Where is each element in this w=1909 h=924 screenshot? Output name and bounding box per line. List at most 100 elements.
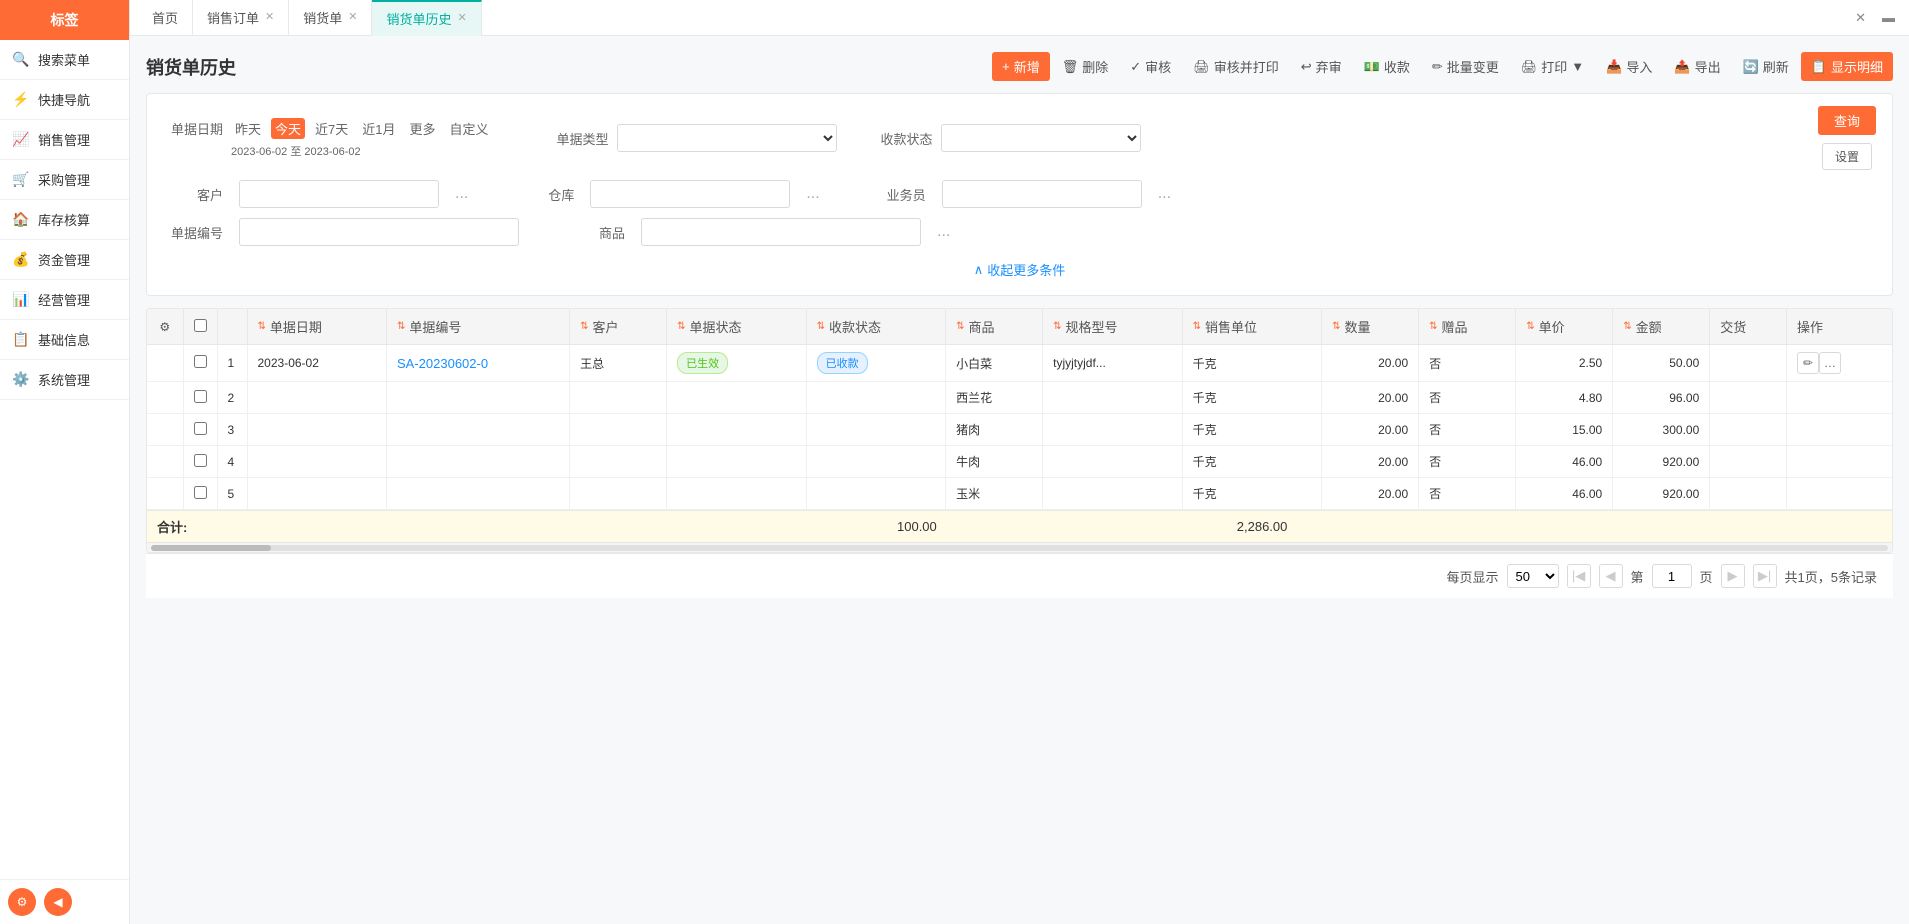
tab-sales-order[interactable]: 销售订单 ✕ — [193, 0, 289, 36]
refresh-button[interactable]: 🔄 刷新 — [1733, 52, 1799, 81]
per-page-select[interactable]: 50 100 200 — [1507, 564, 1559, 588]
filter-row-2: 客户 ... 仓库 ... 业务员 ... — [163, 180, 1876, 208]
sales-rep-input[interactable] — [942, 180, 1142, 208]
td-row-no: 2 — [217, 382, 247, 414]
customer-input[interactable] — [239, 180, 439, 208]
sidebar-item-search-menu[interactable]: 🔍 搜索菜单 — [0, 40, 129, 80]
product-input[interactable] — [641, 218, 921, 246]
row-checkbox-2[interactable] — [194, 422, 207, 435]
row-checkbox-0[interactable] — [194, 355, 207, 368]
import-button[interactable]: 📥 导入 — [1596, 52, 1662, 81]
th-payment-status[interactable]: ⇅收款状态 — [806, 309, 946, 345]
row-checkbox-3[interactable] — [194, 454, 207, 467]
payment-status-select[interactable] — [941, 124, 1141, 152]
batch-change-button[interactable]: ✏ 批量变更 — [1422, 52, 1509, 81]
th-doc-no[interactable]: ⇅单据编号 — [387, 309, 570, 345]
shortcut-7days[interactable]: 近7天 — [311, 118, 352, 139]
th-checkbox[interactable] — [183, 309, 217, 345]
td-checkbox[interactable] — [183, 478, 217, 510]
warehouse-input[interactable] — [590, 180, 790, 208]
warehouse-dots[interactable]: ... — [806, 185, 819, 203]
tab-sales-history[interactable]: 销货单历史 ✕ — [372, 0, 481, 36]
shortcut-more[interactable]: 更多 — [406, 118, 440, 139]
product-dots[interactable]: ... — [937, 223, 950, 241]
date-label: 单据日期 — [163, 119, 223, 138]
shortcut-yesterday[interactable]: 昨天 — [231, 118, 265, 139]
sidebar-item-operations[interactable]: 📊 经营管理 — [0, 280, 129, 320]
window-minimize-btn[interactable]: ▬ — [1876, 8, 1901, 27]
show-details-button[interactable]: 📋 显示明细 — [1801, 52, 1893, 81]
td-transaction — [1710, 414, 1787, 446]
pagination: 每页显示 50 100 200 |◀ ◀ 第 页 ▶ ▶| 共1页，5条记录 — [146, 553, 1893, 598]
tab-sales-delivery-close[interactable]: ✕ — [348, 12, 357, 23]
collapse-button[interactable]: ∧ 收起更多条件 — [163, 256, 1876, 283]
doc-no-link[interactable]: SA-20230602-0 — [397, 356, 488, 371]
sidebar-item-purchase-mgmt[interactable]: 🛒 采购管理 — [0, 160, 129, 200]
export-label: 导出 — [1695, 57, 1721, 76]
td-row-no: 1 — [217, 345, 247, 382]
collect-button[interactable]: 💵 收款 — [1354, 52, 1420, 81]
more-action-btn[interactable]: … — [1819, 352, 1841, 374]
next-page-btn[interactable]: ▶ — [1721, 564, 1745, 588]
th-gift[interactable]: ⇅赠品 — [1419, 309, 1516, 345]
td-doc-status: 已生效 — [667, 345, 807, 382]
th-spec[interactable]: ⇅规格型号 — [1043, 309, 1183, 345]
scrollbar-thumb[interactable] — [151, 545, 271, 551]
sidebar-collapse-btn[interactable]: ◀ — [44, 888, 72, 916]
abandon-button[interactable]: ↩ 弃审 — [1291, 52, 1352, 81]
sidebar-item-inventory[interactable]: 🏠 库存核算 — [0, 200, 129, 240]
edit-action-btn[interactable]: ✏ — [1797, 352, 1819, 374]
th-product[interactable]: ⇅商品 — [946, 309, 1043, 345]
page-title: 销货单历史 — [146, 54, 236, 80]
window-close-btn[interactable]: ✕ — [1849, 8, 1872, 28]
th-unit[interactable]: ⇅销售单位 — [1182, 309, 1322, 345]
first-page-btn[interactable]: |◀ — [1567, 564, 1591, 588]
td-checkbox[interactable] — [183, 446, 217, 478]
td-checkbox[interactable] — [183, 382, 217, 414]
print-button[interactable]: 🖨 打印 ▼ — [1511, 52, 1594, 81]
doc-status-badge: 已生效 — [677, 352, 728, 374]
last-page-btn[interactable]: ▶| — [1753, 564, 1777, 588]
horizontal-scrollbar[interactable] — [147, 542, 1892, 552]
sidebar-item-quick-nav[interactable]: ⚡ 快捷导航 — [0, 80, 129, 120]
delete-button[interactable]: 🗑 删除 — [1052, 52, 1119, 81]
sidebar-item-basic-info[interactable]: 📋 基础信息 — [0, 320, 129, 360]
prev-page-btn[interactable]: ◀ — [1599, 564, 1623, 588]
tab-sales-delivery[interactable]: 销货单 ✕ — [289, 0, 372, 36]
select-all-checkbox[interactable] — [194, 319, 207, 332]
sales-rep-dots[interactable]: ... — [1158, 185, 1171, 203]
review-button[interactable]: ✓ 审核 — [1120, 52, 1181, 81]
tab-sales-order-close[interactable]: ✕ — [265, 12, 274, 23]
sidebar-item-finance[interactable]: 💰 资金管理 — [0, 240, 129, 280]
th-unit-price[interactable]: ⇅单价 — [1516, 309, 1613, 345]
th-amount[interactable]: ⇅金额 — [1613, 309, 1710, 345]
filter-settings-button[interactable]: 设置 — [1822, 143, 1872, 170]
shortcut-today[interactable]: 今天 — [271, 118, 305, 139]
shortcut-1month[interactable]: 近1月 — [358, 118, 399, 139]
sidebar-item-system[interactable]: ⚙️ 系统管理 — [0, 360, 129, 400]
row-checkbox-1[interactable] — [194, 390, 207, 403]
th-quantity[interactable]: ⇅数量 — [1322, 309, 1419, 345]
new-button[interactable]: + 新增 — [992, 52, 1050, 81]
sort-quantity-icon: ⇅ — [1332, 321, 1340, 332]
tab-home[interactable]: 首页 — [138, 0, 193, 36]
sidebar-item-sales-mgmt[interactable]: 📈 销售管理 — [0, 120, 129, 160]
page-input[interactable] — [1652, 564, 1692, 588]
print-review-button[interactable]: 🖨 审核并打印 — [1183, 52, 1289, 81]
doc-no-input[interactable] — [239, 218, 519, 246]
sidebar-item-label: 快捷导航 — [38, 90, 90, 109]
export-button[interactable]: 📤 导出 — [1664, 52, 1730, 81]
tab-sales-history-close[interactable]: ✕ — [458, 13, 467, 24]
row-checkbox-4[interactable] — [194, 486, 207, 499]
customer-dots[interactable]: ... — [455, 185, 468, 203]
th-doc-status[interactable]: ⇅单据状态 — [667, 309, 807, 345]
th-doc-date[interactable]: ⇅单据日期 — [247, 309, 387, 345]
td-checkbox[interactable] — [183, 345, 217, 382]
query-button[interactable]: 查询 — [1818, 106, 1876, 135]
shortcut-custom[interactable]: 自定义 — [446, 118, 493, 139]
th-customer[interactable]: ⇅客户 — [570, 309, 667, 345]
sidebar-settings-btn[interactable]: ⚙ — [8, 888, 36, 916]
td-checkbox[interactable] — [183, 414, 217, 446]
th-settings[interactable]: ⚙ — [147, 309, 183, 345]
doc-type-select[interactable] — [617, 124, 837, 152]
